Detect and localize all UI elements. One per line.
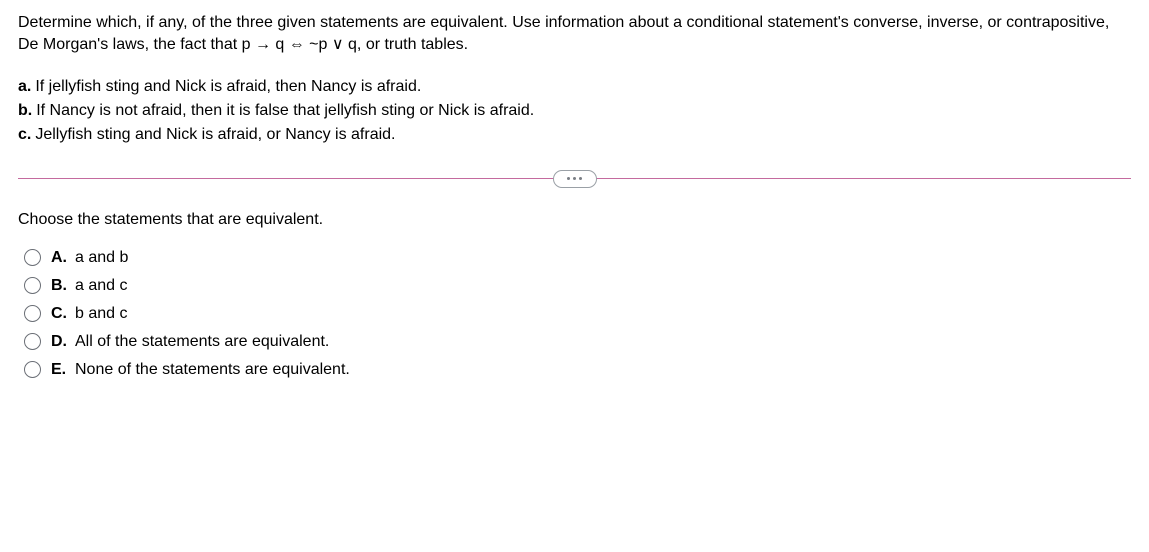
option-b[interactable]: B. a and c xyxy=(24,277,1131,295)
option-c[interactable]: C. b and c xyxy=(24,305,1131,323)
option-letter: D. xyxy=(51,333,75,351)
expand-toggle-button[interactable] xyxy=(553,170,597,188)
statement-a: a. If jellyfish sting and Nick is afraid… xyxy=(18,75,1131,99)
answer-prompt: Choose the statements that are equivalen… xyxy=(18,211,1131,229)
statement-letter: b. xyxy=(18,99,32,123)
option-letter: B. xyxy=(51,277,75,295)
dot-icon xyxy=(579,177,582,180)
radio-button[interactable] xyxy=(24,305,41,322)
option-e[interactable]: E. None of the statements are equivalent… xyxy=(24,361,1131,379)
statements-list: a. If jellyfish sting and Nick is afraid… xyxy=(18,75,1131,147)
section-divider xyxy=(18,167,1131,191)
options-list: A. a and b B. a and c C. b and c D. All … xyxy=(18,249,1131,379)
statement-text: If Nancy is not afraid, then it is false… xyxy=(36,99,534,123)
option-a[interactable]: A. a and b xyxy=(24,249,1131,267)
radio-button[interactable] xyxy=(24,277,41,294)
option-text: b and c xyxy=(75,305,127,323)
option-text: a and c xyxy=(75,277,127,295)
option-text: a and b xyxy=(75,249,128,267)
dot-icon xyxy=(567,177,570,180)
option-letter: E. xyxy=(51,361,75,379)
option-text: All of the statements are equivalent. xyxy=(75,333,329,351)
option-d[interactable]: D. All of the statements are equivalent. xyxy=(24,333,1131,351)
statement-c: c. Jellyfish sting and Nick is afraid, o… xyxy=(18,123,1131,147)
statement-text: If jellyfish sting and Nick is afraid, t… xyxy=(35,75,421,99)
question-intro: Determine which, if any, of the three gi… xyxy=(18,12,1131,57)
statement-letter: a. xyxy=(18,75,31,99)
radio-button[interactable] xyxy=(24,333,41,350)
dot-icon xyxy=(573,177,576,180)
option-letter: A. xyxy=(51,249,75,267)
radio-button[interactable] xyxy=(24,361,41,378)
radio-button[interactable] xyxy=(24,249,41,266)
statement-b: b. If Nancy is not afraid, then it is fa… xyxy=(18,99,1131,123)
option-text: None of the statements are equivalent. xyxy=(75,361,350,379)
option-letter: C. xyxy=(51,305,75,323)
statement-letter: c. xyxy=(18,123,31,147)
statement-text: Jellyfish sting and Nick is afraid, or N… xyxy=(35,123,395,147)
